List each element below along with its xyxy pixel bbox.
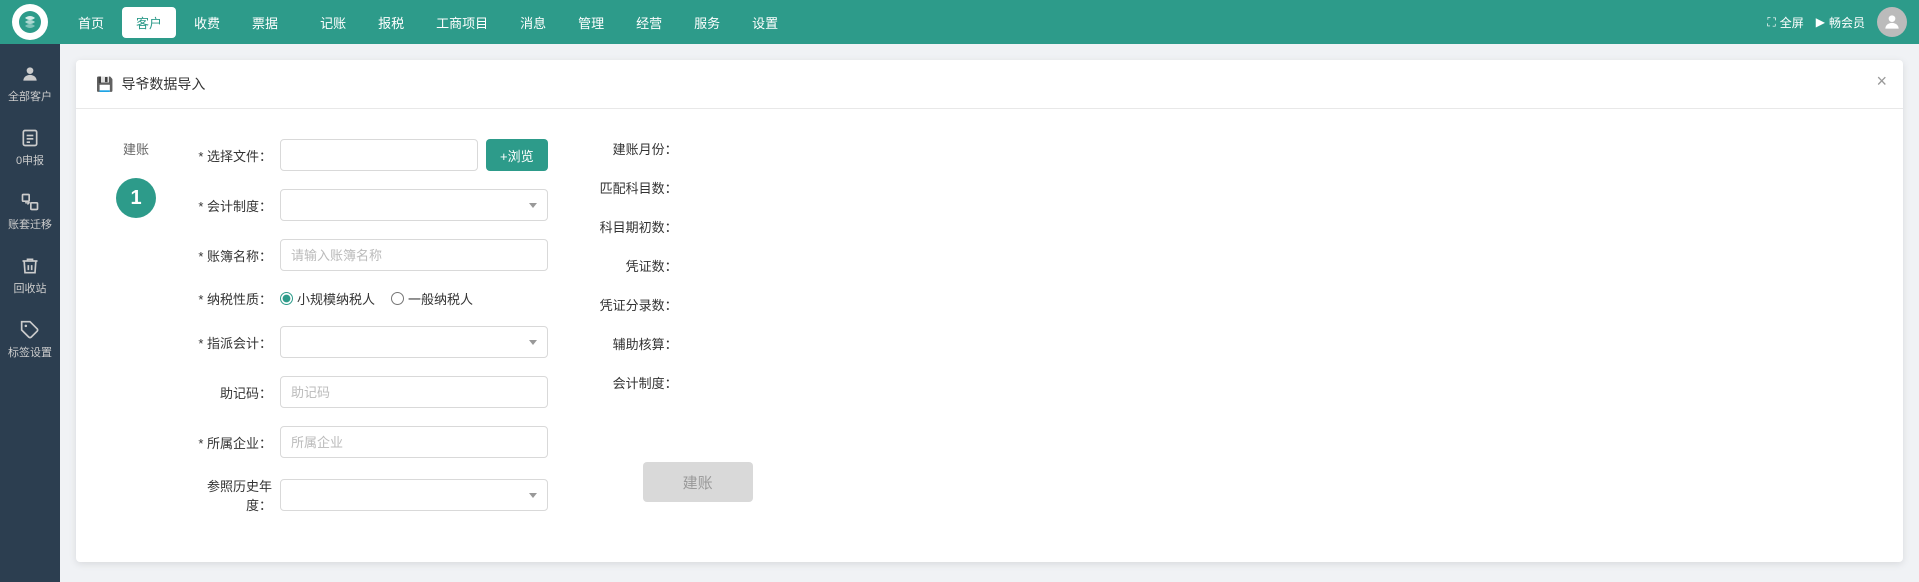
match-subjects-row: 匹配科目数： <box>588 178 788 197</box>
sidebar-item-label: 账套迁移 <box>8 216 52 232</box>
fullscreen-icon: ⛶ <box>1767 15 1775 30</box>
subject-initial-row: 科目期初数： <box>588 217 788 236</box>
aux-accounting-row: 辅助核算： <box>588 334 788 353</box>
voucher-label: 凭证数： <box>588 256 678 275</box>
build-account-button[interactable]: 建账 <box>643 462 753 502</box>
accounting-system-info-label: 会计制度： <box>588 373 678 392</box>
file-input-group: +浏览 <box>280 139 548 171</box>
nav-item-business[interactable]: 工商项目 <box>422 7 502 38</box>
dialog-close-button[interactable]: × <box>1876 72 1887 90</box>
tax-type-label: * 纳税性质： <box>192 289 272 308</box>
info-section: 建账月份： 匹配科目数： 科目期初数： 凭证数： <box>588 139 788 532</box>
user-avatar[interactable] <box>1877 7 1907 37</box>
dialog-title: 导爷数据导入 <box>121 74 205 94</box>
file-input[interactable] <box>280 139 478 171</box>
nav-item-fees[interactable]: 收费 <box>180 7 234 38</box>
nav-item-settings[interactable]: 设置 <box>738 7 792 38</box>
nav-item-invoice[interactable]: 票据 <box>238 7 302 38</box>
accountant-select[interactable] <box>280 326 548 358</box>
sidebar-item-label: 全部客户 <box>8 88 52 104</box>
accounting-system-label: * 会计制度： <box>192 196 272 215</box>
nav-menu: 首页 客户 收费 票据 记账 报税 工商项目 消息 管理 经营 服务 设置 <box>64 7 1767 38</box>
fiscal-year-label: 参照历史年度： <box>192 476 272 514</box>
browse-button[interactable]: +浏览 <box>486 139 548 171</box>
owner-company-input[interactable] <box>280 426 548 458</box>
fullscreen-button[interactable]: ⛶ 全屏 <box>1767 14 1803 31</box>
accounting-system-row: * 会计制度： <box>192 189 548 221</box>
voucher-row: 凭证数： <box>588 256 788 275</box>
accountant-label: * 指派会计： <box>192 333 272 352</box>
ledger-name-input[interactable] <box>280 239 548 271</box>
tax-small-option[interactable]: 小规模纳税人 <box>280 289 375 308</box>
step-section: 建账 1 <box>116 139 176 218</box>
main-content: 💾 导爷数据导入 × 建账 1 * 选择文件： <box>60 44 1919 582</box>
build-month-row: 建账月份： <box>588 139 788 158</box>
app-logo[interactable] <box>12 4 48 40</box>
tax-general-option[interactable]: 一般纳税人 <box>391 289 473 308</box>
memo-code-label: 助记码： <box>192 383 272 402</box>
nav-right-area: ⛶ 全屏 ▶ 畅会员 <box>1767 7 1907 37</box>
tax-type-row: * 纳税性质： 小规模纳税人 一般纳税人 <box>192 289 548 308</box>
memo-code-input[interactable] <box>280 376 548 408</box>
nav-item-message[interactable]: 消息 <box>506 7 560 38</box>
voucher-entries-row: 凭证分录数： <box>588 295 788 314</box>
sidebar: 全部客户 0申报 账套迁移 回收站 标签设置 <box>0 44 60 582</box>
play-icon: ▶ <box>1816 15 1825 29</box>
sidebar-item-label: 0申报 <box>16 152 44 168</box>
ledger-name-label: * 账簿名称： <box>192 246 272 265</box>
dialog-panel: 💾 导爷数据导入 × 建账 1 * 选择文件： <box>76 60 1903 562</box>
fiscal-year-row: 参照历史年度： <box>192 476 548 514</box>
step-circle: 1 <box>116 178 156 218</box>
tax-general-label: 一般纳税人 <box>408 289 473 308</box>
subject-initial-label: 科目期初数： <box>588 217 678 236</box>
accounting-system-select[interactable] <box>280 189 548 221</box>
member-label: 畅会员 <box>1829 14 1865 31</box>
tax-small-radio[interactable] <box>280 292 293 305</box>
match-subjects-label: 匹配科目数： <box>588 178 678 197</box>
dialog-header: 💾 导爷数据导入 <box>76 60 1903 109</box>
owner-company-row: * 所属企业： <box>192 426 548 458</box>
voucher-entries-label: 凭证分录数： <box>588 295 678 314</box>
form-section: * 选择文件： +浏览 * 会计制度： <box>192 139 548 532</box>
main-layout: 全部客户 0申报 账套迁移 回收站 标签设置 💾 导爷数据导入 × <box>0 44 1919 582</box>
nav-item-service[interactable]: 服务 <box>680 7 734 38</box>
nav-item-manage[interactable]: 管理 <box>564 7 618 38</box>
nav-item-operation[interactable]: 经营 <box>622 7 676 38</box>
file-label: * 选择文件： <box>192 146 272 165</box>
nav-item-tax[interactable]: 报税 <box>364 7 418 38</box>
nav-item-home[interactable]: 首页 <box>64 7 118 38</box>
sidebar-item-label: 标签设置 <box>8 344 52 360</box>
sidebar-item-all-customers[interactable]: 全部客户 <box>2 54 58 114</box>
dialog-body: 建账 1 * 选择文件： +浏览 <box>76 109 1903 562</box>
tax-type-radio-group: 小规模纳税人 一般纳税人 <box>280 289 548 308</box>
sidebar-item-tag-settings[interactable]: 标签设置 <box>2 310 58 370</box>
member-button[interactable]: ▶ 畅会员 <box>1816 14 1865 31</box>
step-label: 建账 <box>123 139 149 158</box>
sidebar-item-recycle[interactable]: 回收站 <box>2 246 58 306</box>
accountant-row: * 指派会计： <box>192 326 548 358</box>
sidebar-item-declaration[interactable]: 0申报 <box>2 118 58 178</box>
accounting-system-info-row: 会计制度： <box>588 373 788 392</box>
step-marker: 建账 1 * 选择文件： +浏览 <box>116 139 548 532</box>
sidebar-item-account-transfer[interactable]: 账套迁移 <box>2 182 58 242</box>
sidebar-item-label: 回收站 <box>14 280 47 296</box>
nav-item-customer[interactable]: 客户 <box>122 7 176 38</box>
aux-accounting-label: 辅助核算： <box>588 334 678 353</box>
owner-company-label: * 所属企业： <box>192 433 272 452</box>
fiscal-year-select[interactable] <box>280 479 548 511</box>
nav-item-ledger[interactable]: 记账 <box>306 7 360 38</box>
ledger-name-row: * 账簿名称： <box>192 239 548 271</box>
tax-small-label: 小规模纳税人 <box>297 289 375 308</box>
build-month-label: 建账月份： <box>588 139 678 158</box>
file-row: * 选择文件： +浏览 <box>192 139 548 171</box>
top-navigation: 首页 客户 收费 票据 记账 报税 工商项目 消息 管理 经营 服务 设置 ⛶ … <box>0 0 1919 44</box>
memo-code-row: 助记码： <box>192 376 548 408</box>
tax-general-radio[interactable] <box>391 292 404 305</box>
fullscreen-label: 全屏 <box>1780 14 1804 31</box>
import-icon: 💾 <box>96 76 113 93</box>
